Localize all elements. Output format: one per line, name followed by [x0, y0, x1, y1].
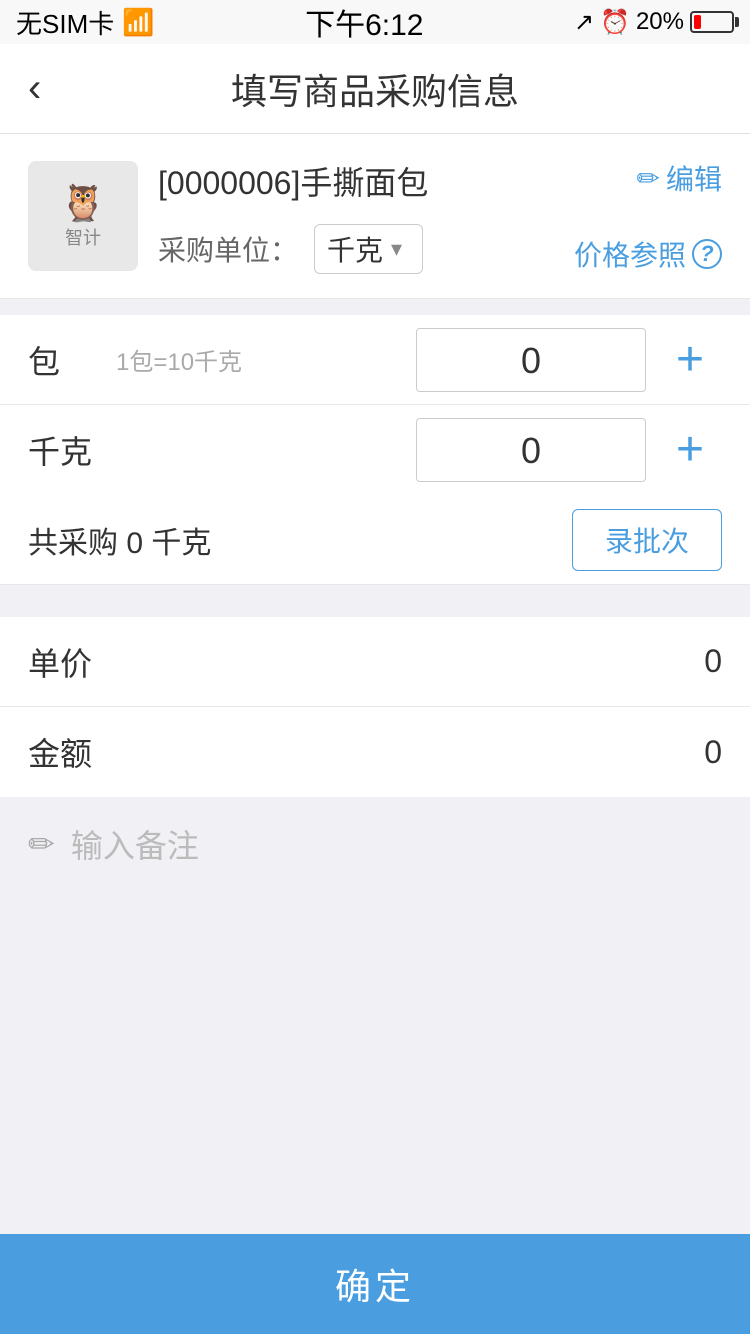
content-area: [0, 891, 750, 1231]
form-section: 包 1包=10千克 0 + 千克 0 +: [0, 315, 750, 495]
product-image: 🦉 智计: [28, 161, 138, 271]
back-button[interactable]: ‹: [28, 66, 41, 111]
section-separator-2: [0, 585, 750, 601]
total-label: 共采购 0 千克: [28, 518, 211, 562]
alarm-icon: ⏰: [600, 8, 630, 37]
confirm-button[interactable]: 确定: [0, 1234, 750, 1334]
unit-price-row: 单价 0: [0, 617, 750, 707]
status-time: 下午6:12: [305, 0, 423, 44]
battery-percent: 20%: [636, 8, 684, 36]
product-logo: 🦉: [61, 182, 106, 224]
wifi-icon: 📶: [122, 7, 154, 38]
status-left: 无SIM卡 📶: [16, 4, 155, 41]
amount-value: 0: [704, 734, 722, 771]
nav-bar: ‹ 填写商品采购信息: [0, 44, 750, 134]
info-icon: ?: [692, 239, 722, 269]
chevron-down-icon: ▾: [391, 236, 402, 262]
page-title: 填写商品采购信息: [231, 63, 519, 115]
product-brand: 智计: [65, 224, 101, 250]
note-section[interactable]: ✏ 输入备注: [0, 797, 750, 891]
kg-label: 千克: [28, 427, 108, 473]
edit-button[interactable]: ✏ 编辑: [637, 158, 722, 198]
status-bar: 无SIM卡 📶 下午6:12 ↗ ⏰ 20%: [0, 0, 750, 44]
pencil-icon: ✏: [28, 825, 55, 863]
bag-label: 包: [28, 337, 108, 383]
bag-row: 包 1包=10千克 0 +: [0, 315, 750, 405]
total-row: 共采购 0 千克 录批次: [0, 495, 750, 585]
amount-row: 金额 0: [0, 707, 750, 797]
summary-section: 单价 0 金额 0: [0, 617, 750, 797]
unit-label: 采购单位：: [158, 229, 298, 269]
price-ref-button[interactable]: 价格参照 ?: [574, 234, 722, 274]
carrier-label: 无SIM卡: [16, 4, 114, 41]
bag-input-wrap: 0 +: [242, 328, 722, 392]
bag-plus-button[interactable]: +: [658, 328, 722, 392]
kg-input-wrap: 0 +: [108, 418, 722, 482]
unit-value: 千克: [327, 229, 383, 269]
price-ref-label: 价格参照: [574, 234, 686, 274]
location-icon: ↗: [574, 8, 594, 37]
record-batch-button[interactable]: 录批次: [572, 509, 722, 571]
amount-label: 金额: [28, 729, 92, 775]
unit-select[interactable]: 千克 ▾: [314, 224, 423, 274]
status-right: ↗ ⏰ 20%: [574, 8, 734, 37]
edit-label: 编辑: [666, 158, 722, 198]
note-placeholder[interactable]: 输入备注: [71, 821, 199, 867]
section-separator-1: [0, 299, 750, 315]
edit-icon: ✏: [637, 162, 660, 195]
unit-price-value: 0: [704, 643, 722, 680]
unit-price-label: 单价: [28, 639, 92, 685]
kg-value[interactable]: 0: [416, 418, 646, 482]
battery-icon: [690, 11, 734, 33]
bag-value[interactable]: 0: [416, 328, 646, 392]
bag-sub-label: 1包=10千克: [116, 342, 242, 377]
kg-row: 千克 0 +: [0, 405, 750, 495]
product-card: 🦉 智计 [0000006]手撕面包 采购单位： 千克 ▾ ✏ 编辑 价格参照 …: [0, 134, 750, 299]
kg-plus-button[interactable]: +: [658, 418, 722, 482]
